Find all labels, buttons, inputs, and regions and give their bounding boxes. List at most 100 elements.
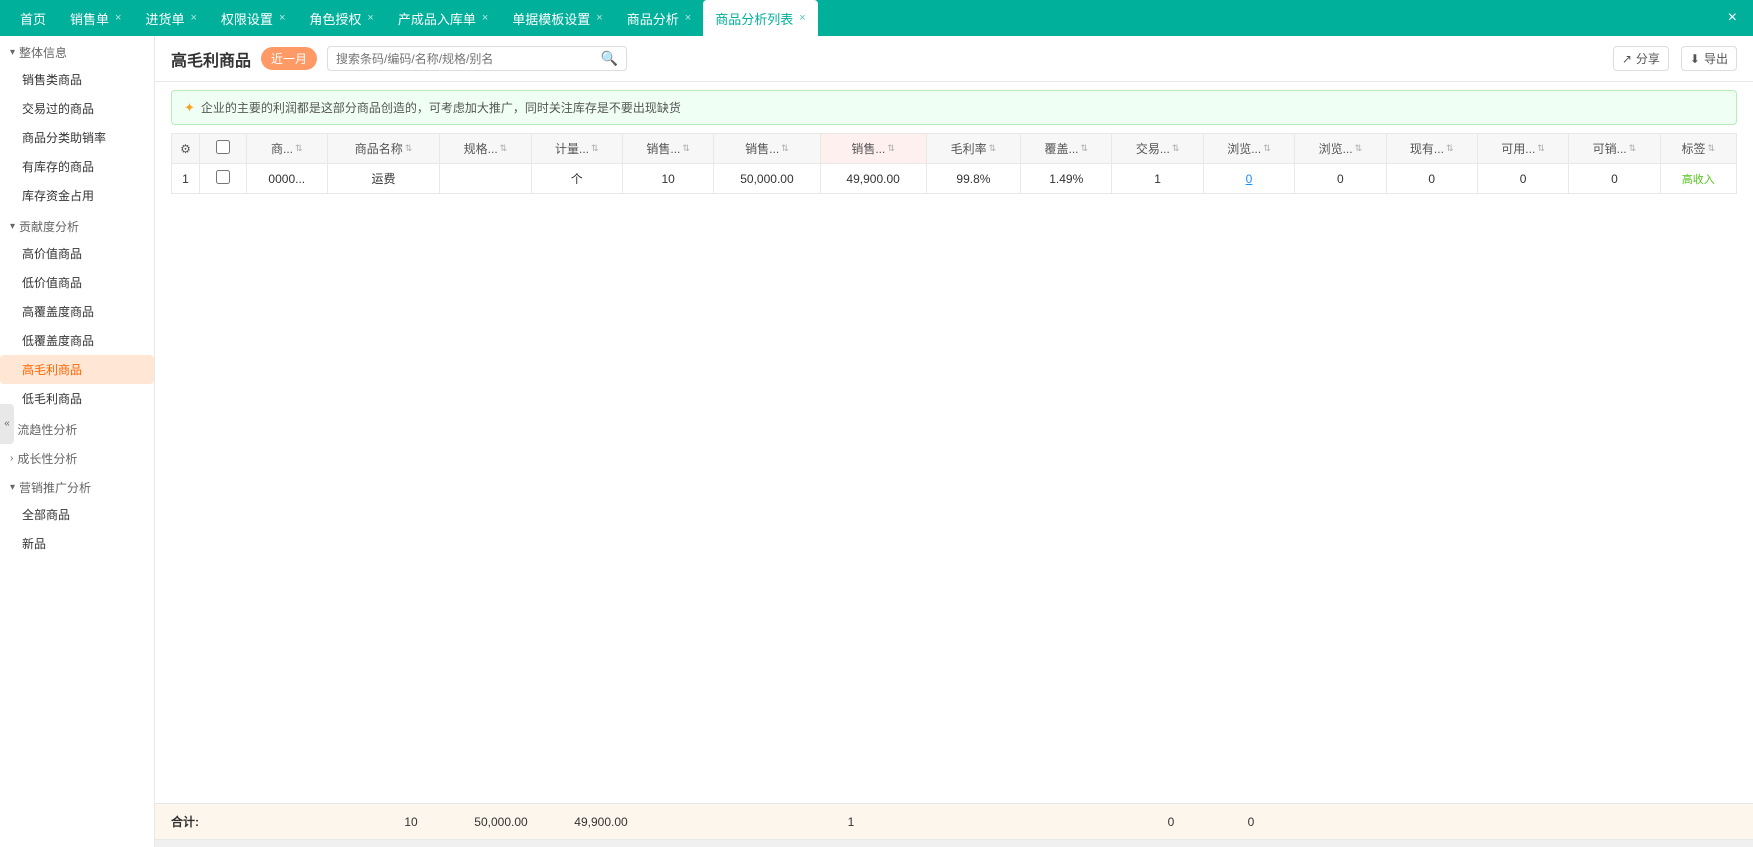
footer-trades: 1 (811, 815, 891, 829)
header-actions: ↗ 分享 ⬇ 导出 (1613, 46, 1737, 71)
nav-product-analysis-list[interactable]: 商品分析列表 × (703, 0, 817, 36)
col-trades[interactable]: 交易...⇅ (1112, 134, 1203, 164)
sidebar-item-sales-goods[interactable]: 销售类商品 (0, 65, 154, 94)
data-table: ⚙ 商...⇅ 商品名称⇅ 规格...⇅ 计量...⇅ 销售...⇅ 销售...… (171, 133, 1737, 194)
close-template[interactable]: × (596, 12, 602, 24)
close-analysis-list[interactable]: × (799, 12, 805, 24)
sidebar-item-all-goods[interactable]: 全部商品 (0, 500, 154, 529)
row-browse2: 0 (1295, 164, 1386, 194)
nav-home[interactable]: 首页 (8, 0, 58, 36)
nav-template-settings[interactable]: 单据模板设置 × (500, 0, 614, 36)
close-finished-goods[interactable]: × (482, 12, 488, 24)
nav-purchase-order[interactable]: 进货单 × (133, 0, 208, 36)
close-permission[interactable]: × (279, 12, 285, 24)
footer-stock3: 0 (1211, 815, 1291, 829)
col-sales-amt[interactable]: 销售...⇅ (714, 134, 820, 164)
table-container: ⚙ 商...⇅ 商品名称⇅ 规格...⇅ 计量...⇅ 销售...⇅ 销售...… (155, 133, 1753, 803)
sidebar-item-category-rate[interactable]: 商品分类助销率 (0, 123, 154, 152)
col-name[interactable]: 商品名称⇅ (327, 134, 439, 164)
col-stock2[interactable]: 可用...⇅ (1477, 134, 1568, 164)
sidebar-item-traded-goods[interactable]: 交易过的商品 (0, 94, 154, 123)
search-icon[interactable]: 🔍 (601, 50, 618, 67)
share-icon: ↗ (1622, 52, 1632, 66)
row-sales-profit: 49,900.00 (820, 164, 926, 194)
sidebar-item-low-value[interactable]: 低价值商品 (0, 268, 154, 297)
col-stock1[interactable]: 现有...⇅ (1386, 134, 1477, 164)
row-stock2: 0 (1477, 164, 1568, 194)
col-spec[interactable]: 规格...⇅ (440, 134, 531, 164)
sidebar-group-flow[interactable]: › 流趋性分析 (0, 413, 154, 442)
sidebar: « ▾ 整体信息 销售类商品 交易过的商品 商品分类助销率 有库存的商品 库存资… (0, 36, 155, 847)
export-button[interactable]: ⬇ 导出 (1681, 46, 1737, 71)
col-tag[interactable]: 标签⇅ (1660, 134, 1736, 164)
col-stock3[interactable]: 可销...⇅ (1569, 134, 1660, 164)
share-button[interactable]: ↗ 分享 (1613, 46, 1669, 71)
horizontal-scrollbar[interactable] (155, 839, 1753, 847)
nav-permission-settings[interactable]: 权限设置 × (209, 0, 297, 36)
sidebar-item-high-margin[interactable]: 高毛利商品 (0, 355, 154, 384)
table-header-row: ⚙ 商...⇅ 商品名称⇅ 规格...⇅ 计量...⇅ 销售...⇅ 销售...… (172, 134, 1737, 164)
sidebar-item-new-goods[interactable]: 新品 (0, 529, 154, 558)
row-code: 0000... (246, 164, 327, 194)
select-all-checkbox[interactable] (216, 140, 230, 154)
sidebar-item-stock-goods[interactable]: 有库存的商品 (0, 152, 154, 181)
content-header: 高毛利商品 近一月 🔍 ↗ 分享 ⬇ 导出 (155, 36, 1753, 82)
row-trades: 1 (1112, 164, 1203, 194)
row-sales-qty: 10 (622, 164, 713, 194)
page-title: 高毛利商品 (171, 47, 251, 71)
row-name: 运费 (327, 164, 439, 194)
group-arrow-marketing: ▾ (10, 482, 15, 493)
row-stock3: 0 (1569, 164, 1660, 194)
total-label: 合计: (171, 813, 371, 830)
footer-sales-profit: 49,900.00 (551, 815, 651, 829)
sidebar-item-high-coverage[interactable]: 高覆盖度商品 (0, 297, 154, 326)
close-sales-order[interactable]: × (115, 12, 121, 24)
col-browse2[interactable]: 浏览...⇅ (1295, 134, 1386, 164)
sidebar-collapse-button[interactable]: « (0, 404, 14, 444)
sidebar-item-high-value[interactable]: 高价值商品 (0, 239, 154, 268)
footer-total: 合计: 10 50,000.00 49,900.00 1 0 0 (155, 803, 1753, 839)
footer-sales-amt: 50,000.00 (451, 815, 551, 829)
col-sales-profit[interactable]: 销售...⇅ (820, 134, 926, 164)
footer-stock2: 0 (1131, 815, 1211, 829)
row-stock1: 0 (1386, 164, 1477, 194)
sidebar-item-low-margin[interactable]: 低毛利商品 (0, 384, 154, 413)
row-sales-amt: 50,000.00 (714, 164, 820, 194)
col-browse1[interactable]: 浏览...⇅ (1203, 134, 1294, 164)
top-navigation: 首页 销售单 × 进货单 × 权限设置 × 角色授权 × 产成品入库单 × 单据… (0, 0, 1753, 36)
sidebar-item-low-coverage[interactable]: 低覆盖度商品 (0, 326, 154, 355)
search-box: 🔍 (327, 46, 627, 71)
row-spec (440, 164, 531, 194)
col-code[interactable]: 商...⇅ (246, 134, 327, 164)
filter-button[interactable]: 近一月 (261, 47, 317, 70)
nav-finished-goods[interactable]: 产成品入库单 × (386, 0, 500, 36)
search-input[interactable] (336, 52, 601, 66)
sidebar-item-stock-capital[interactable]: 库存资金占用 (0, 181, 154, 210)
group-arrow-growth: › (10, 453, 13, 464)
close-all-tabs[interactable]: × (1720, 9, 1745, 27)
row-check (200, 164, 247, 194)
group-arrow-contribution: ▾ (10, 221, 15, 232)
nav-product-analysis[interactable]: 商品分析 × (615, 0, 703, 36)
info-icon: ✦ (184, 100, 195, 116)
row-gross-rate: 99.8% (926, 164, 1020, 194)
close-purchase-order[interactable]: × (190, 12, 196, 24)
sidebar-group-contribution[interactable]: ▾ 贡献度分析 (0, 210, 154, 239)
row-checkbox[interactable] (216, 170, 230, 184)
export-icon: ⬇ (1690, 52, 1700, 66)
col-sales-qty[interactable]: 销售...⇅ (622, 134, 713, 164)
col-gear[interactable]: ⚙ (172, 134, 200, 164)
close-product-analysis[interactable]: × (685, 12, 691, 24)
col-unit[interactable]: 计量...⇅ (531, 134, 622, 164)
col-coverage[interactable]: 覆盖...⇅ (1021, 134, 1112, 164)
sidebar-group-marketing[interactable]: ▾ 营销推广分析 (0, 471, 154, 500)
nav-role-auth[interactable]: 角色授权 × (297, 0, 385, 36)
col-gross-rate[interactable]: 毛利率⇅ (926, 134, 1020, 164)
nav-sales-order[interactable]: 销售单 × (58, 0, 133, 36)
close-role-auth[interactable]: × (367, 12, 373, 24)
group-arrow-overall: ▾ (10, 47, 15, 58)
row-browse1[interactable]: 0 (1203, 164, 1294, 194)
sidebar-group-growth[interactable]: › 成长性分析 (0, 442, 154, 471)
col-check (200, 134, 247, 164)
sidebar-group-overall[interactable]: ▾ 整体信息 (0, 36, 154, 65)
